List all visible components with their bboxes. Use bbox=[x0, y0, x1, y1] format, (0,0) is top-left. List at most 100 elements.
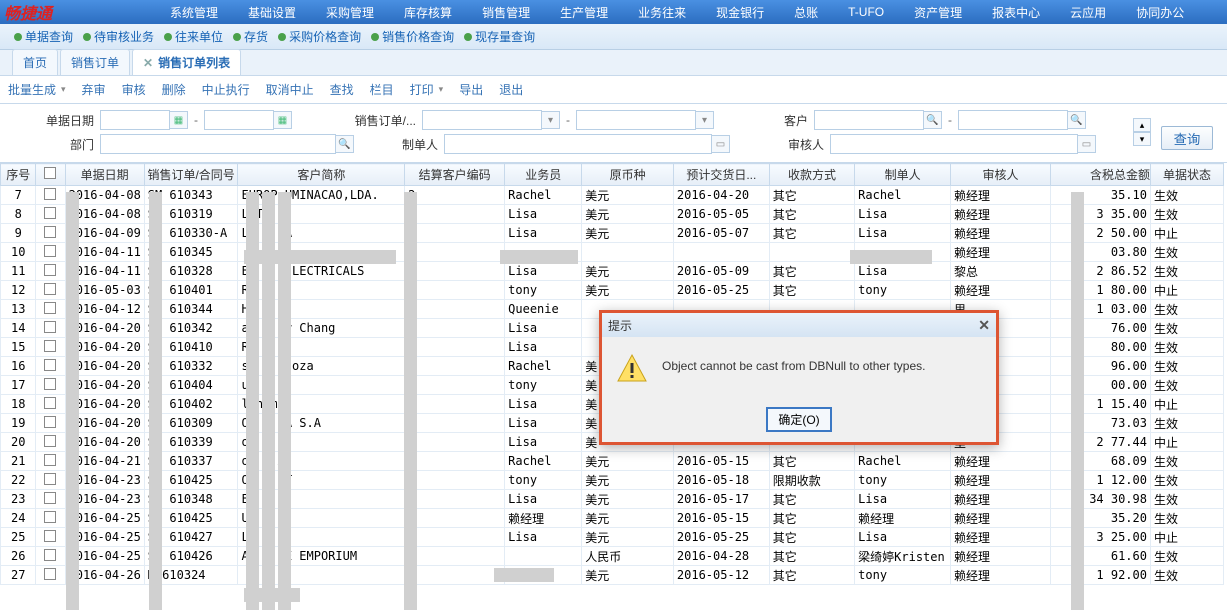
spin-down-icon[interactable]: ▾ bbox=[1133, 132, 1151, 146]
search-icon[interactable]: 🔍 bbox=[1068, 111, 1086, 129]
col-curr[interactable]: 原币种 bbox=[582, 164, 674, 186]
dropdown-icon[interactable]: ▾ bbox=[696, 111, 714, 129]
nav-tufo[interactable]: T-UFO bbox=[848, 5, 884, 19]
cell-check[interactable] bbox=[36, 528, 65, 547]
btn-batch-gen[interactable]: 批量生成 bbox=[8, 81, 66, 98]
inp-order-to[interactable] bbox=[576, 110, 696, 130]
col-code[interactable]: 结算客户编码 bbox=[405, 164, 505, 186]
btn-find[interactable]: 查找 bbox=[330, 81, 354, 98]
table-row[interactable]: 272016-04-26 M1610324 1tony美元2016-05-12其… bbox=[1, 566, 1224, 585]
col-pay[interactable]: 收款方式 bbox=[769, 164, 854, 186]
lookup-icon[interactable]: ▭ bbox=[1078, 135, 1096, 153]
btn-abandon-audit[interactable]: 弃审 bbox=[82, 81, 106, 98]
btn-export[interactable]: 导出 bbox=[459, 81, 483, 98]
inp-cust-from[interactable] bbox=[814, 110, 924, 130]
table-row[interactable]: 92016-04-09SM 610330-AL- R DA 0Lisa美元201… bbox=[1, 224, 1224, 243]
col-maker[interactable]: 制单人 bbox=[855, 164, 951, 186]
col-status[interactable]: 单据状态 bbox=[1150, 164, 1223, 186]
search-icon[interactable]: 🔍 bbox=[924, 111, 942, 129]
table-row[interactable]: 82016-04-08SM 610319LOT 6Lisa美元2016-05-0… bbox=[1, 205, 1224, 224]
cell-check[interactable] bbox=[36, 224, 65, 243]
inp-date-from[interactable] bbox=[100, 110, 170, 130]
cell-check[interactable] bbox=[36, 414, 65, 433]
btn-audit[interactable]: 审核 bbox=[122, 81, 146, 98]
nav-sales[interactable]: 销售管理 bbox=[482, 4, 530, 21]
qn-doc-query[interactable]: 单据查询 bbox=[14, 28, 73, 45]
cell-check[interactable] bbox=[36, 376, 65, 395]
btn-exit[interactable]: 退出 bbox=[499, 81, 523, 98]
table-row[interactable]: 122016-05-03SM 610401RA E P 1tony美元2016-… bbox=[1, 281, 1224, 300]
cell-check[interactable] bbox=[36, 243, 65, 262]
cell-check[interactable] bbox=[36, 186, 65, 205]
nav-biz[interactable]: 业务往来 bbox=[638, 4, 686, 21]
cell-check[interactable] bbox=[36, 490, 65, 509]
col-order[interactable]: 销售订单/合同号 bbox=[144, 164, 238, 186]
nav-gl[interactable]: 总账 bbox=[794, 4, 818, 21]
cell-check[interactable] bbox=[36, 452, 65, 471]
col-amt[interactable]: 含税总金额 bbox=[1050, 164, 1150, 186]
cell-check[interactable] bbox=[36, 205, 65, 224]
inp-auditor[interactable] bbox=[830, 134, 1078, 154]
nav-prod[interactable]: 生产管理 bbox=[560, 4, 608, 21]
cell-check[interactable] bbox=[36, 300, 65, 319]
inp-dept[interactable] bbox=[100, 134, 336, 154]
nav-purchase[interactable]: 采购管理 bbox=[326, 4, 374, 21]
inp-order-from[interactable] bbox=[422, 110, 542, 130]
cell-check[interactable] bbox=[36, 433, 65, 452]
btn-columns[interactable]: 栏目 bbox=[370, 81, 394, 98]
cell-check[interactable] bbox=[36, 471, 65, 490]
cell-check[interactable] bbox=[36, 357, 65, 376]
btn-print[interactable]: 打印 bbox=[410, 81, 444, 98]
cell-check[interactable] bbox=[36, 566, 65, 585]
col-check-all[interactable] bbox=[36, 164, 65, 186]
search-icon[interactable]: 🔍 bbox=[336, 135, 354, 153]
inp-date-to[interactable] bbox=[204, 110, 274, 130]
table-row[interactable]: 232016-04-23SM 610348EN 9Lisa美元2016-05-1… bbox=[1, 490, 1224, 509]
tab-sales-order[interactable]: 销售订单 bbox=[60, 49, 130, 75]
qn-partner[interactable]: 往来单位 bbox=[164, 28, 223, 45]
nav-cash[interactable]: 现金银行 bbox=[716, 4, 764, 21]
table-row[interactable]: 252016-04-25SM 610427LO T 6Lisa美元2016-05… bbox=[1, 528, 1224, 547]
nav-base[interactable]: 基础设置 bbox=[248, 4, 296, 21]
tab-sales-order-list[interactable]: ✕销售订单列表 bbox=[132, 49, 241, 75]
qn-stock-qty[interactable]: 现存量查询 bbox=[464, 28, 535, 45]
nav-oa[interactable]: 协同办公 bbox=[1136, 4, 1184, 21]
table-row[interactable]: 242016-04-25SM 610425UD G L 4赖经理美元2016-0… bbox=[1, 509, 1224, 528]
inp-maker[interactable] bbox=[444, 134, 712, 154]
nav-cloud[interactable]: 云应用 bbox=[1070, 4, 1106, 21]
nav-sys[interactable]: 系统管理 bbox=[170, 4, 218, 21]
col-date[interactable]: 单据日期 bbox=[65, 164, 144, 186]
lookup-icon[interactable]: ▭ bbox=[712, 135, 730, 153]
table-row[interactable]: 102016-04-11SM 610345 4赖经理 03.80生效 bbox=[1, 243, 1224, 262]
cell-check[interactable] bbox=[36, 509, 65, 528]
btn-query[interactable]: 查询 bbox=[1161, 126, 1213, 150]
col-deliv[interactable]: 预计交货日... bbox=[673, 164, 769, 186]
ok-button[interactable]: 确定(O) bbox=[766, 407, 831, 432]
btn-stop[interactable]: 中止执行 bbox=[202, 81, 250, 98]
nav-stock[interactable]: 库存核算 bbox=[404, 4, 452, 21]
table-row[interactable]: 112016-04-11SM 610328EN R L LECTRICALS 6… bbox=[1, 262, 1224, 281]
cell-check[interactable] bbox=[36, 319, 65, 338]
btn-delete[interactable]: 删除 bbox=[162, 81, 186, 98]
table-row[interactable]: 262016-04-25SM 610426AE W RE EMPORIUM 9人… bbox=[1, 547, 1224, 566]
qn-purchase-price[interactable]: 采购价格查询 bbox=[278, 28, 361, 45]
col-auditor[interactable]: 审核人 bbox=[950, 164, 1050, 186]
btn-cancel-stop[interactable]: 取消中止 bbox=[266, 81, 314, 98]
qn-pending[interactable]: 待审核业务 bbox=[83, 28, 154, 45]
cell-check[interactable] bbox=[36, 281, 65, 300]
col-cust[interactable]: 客户简称 bbox=[238, 164, 405, 186]
qn-sales-price[interactable]: 销售价格查询 bbox=[371, 28, 454, 45]
col-sales[interactable]: 业务员 bbox=[505, 164, 582, 186]
tab-home[interactable]: 首页 bbox=[12, 49, 58, 75]
nav-asset[interactable]: 资产管理 bbox=[914, 4, 962, 21]
cell-check[interactable] bbox=[36, 262, 65, 281]
nav-report[interactable]: 报表中心 bbox=[992, 4, 1040, 21]
calendar-icon[interactable]: ▦ bbox=[274, 111, 292, 129]
inp-cust-to[interactable] bbox=[958, 110, 1068, 130]
dropdown-icon[interactable]: ▾ bbox=[542, 111, 560, 129]
cell-check[interactable] bbox=[36, 547, 65, 566]
qn-inventory[interactable]: 存货 bbox=[233, 28, 268, 45]
table-row[interactable]: 212016-04-21SM 610337on - X 0Rachel美元201… bbox=[1, 452, 1224, 471]
table-row[interactable]: 72016-04-08SM 610343EUROP UMINACAO,LDA. … bbox=[1, 186, 1224, 205]
spin-up-icon[interactable]: ▴ bbox=[1133, 118, 1151, 132]
